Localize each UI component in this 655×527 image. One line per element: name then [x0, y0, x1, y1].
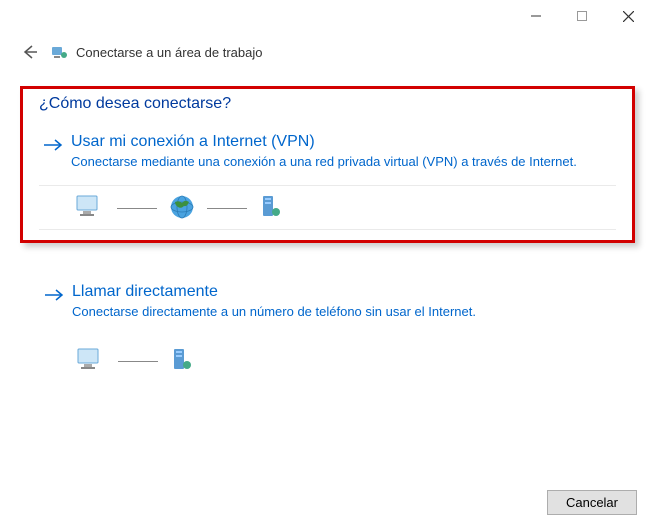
close-button[interactable]: [605, 1, 651, 31]
vpn-option[interactable]: Usar mi conexión a Internet (VPN) Conect…: [39, 129, 616, 175]
connection-line: [207, 208, 247, 209]
vpn-illustration: [39, 185, 616, 230]
connection-line: [117, 208, 157, 209]
arrow-right-icon: [44, 287, 64, 306]
page-title-wrapper: Conectarse a un área de trabajo: [50, 43, 262, 61]
maximize-button[interactable]: [559, 1, 605, 31]
dial-illustration: [40, 339, 615, 382]
vpn-option-desc: Conectarse mediante una conexión a una r…: [71, 153, 616, 171]
footer: Cancelar: [547, 490, 637, 515]
dial-option-title: Llamar directamente: [72, 283, 615, 301]
minimize-button[interactable]: [513, 1, 559, 31]
computer-icon: [75, 194, 105, 223]
header: Conectarse a un área de trabajo: [0, 32, 655, 72]
server-icon: [259, 194, 283, 223]
vpn-option-title: Usar mi conexión a Internet (VPN): [71, 133, 616, 151]
dial-option[interactable]: Llamar directamente Conectarse directame…: [40, 279, 615, 325]
page-title: Conectarse a un área de trabajo: [76, 45, 262, 60]
connection-question: ¿Cómo desea conectarse?: [39, 95, 616, 113]
computer-icon: [76, 347, 106, 376]
titlebar: [0, 0, 655, 32]
connection-line: [118, 361, 158, 362]
workplace-icon: [50, 43, 68, 61]
dial-option-desc: Conectarse directamente a un número de t…: [72, 303, 615, 321]
cancel-button[interactable]: Cancelar: [547, 490, 637, 515]
arrow-right-icon: [43, 137, 63, 156]
server-icon: [170, 347, 194, 376]
globe-icon: [169, 194, 195, 223]
back-button[interactable]: [20, 43, 38, 61]
vpn-option-highlighted: ¿Cómo desea conectarse? Usar mi conexión…: [20, 86, 635, 243]
